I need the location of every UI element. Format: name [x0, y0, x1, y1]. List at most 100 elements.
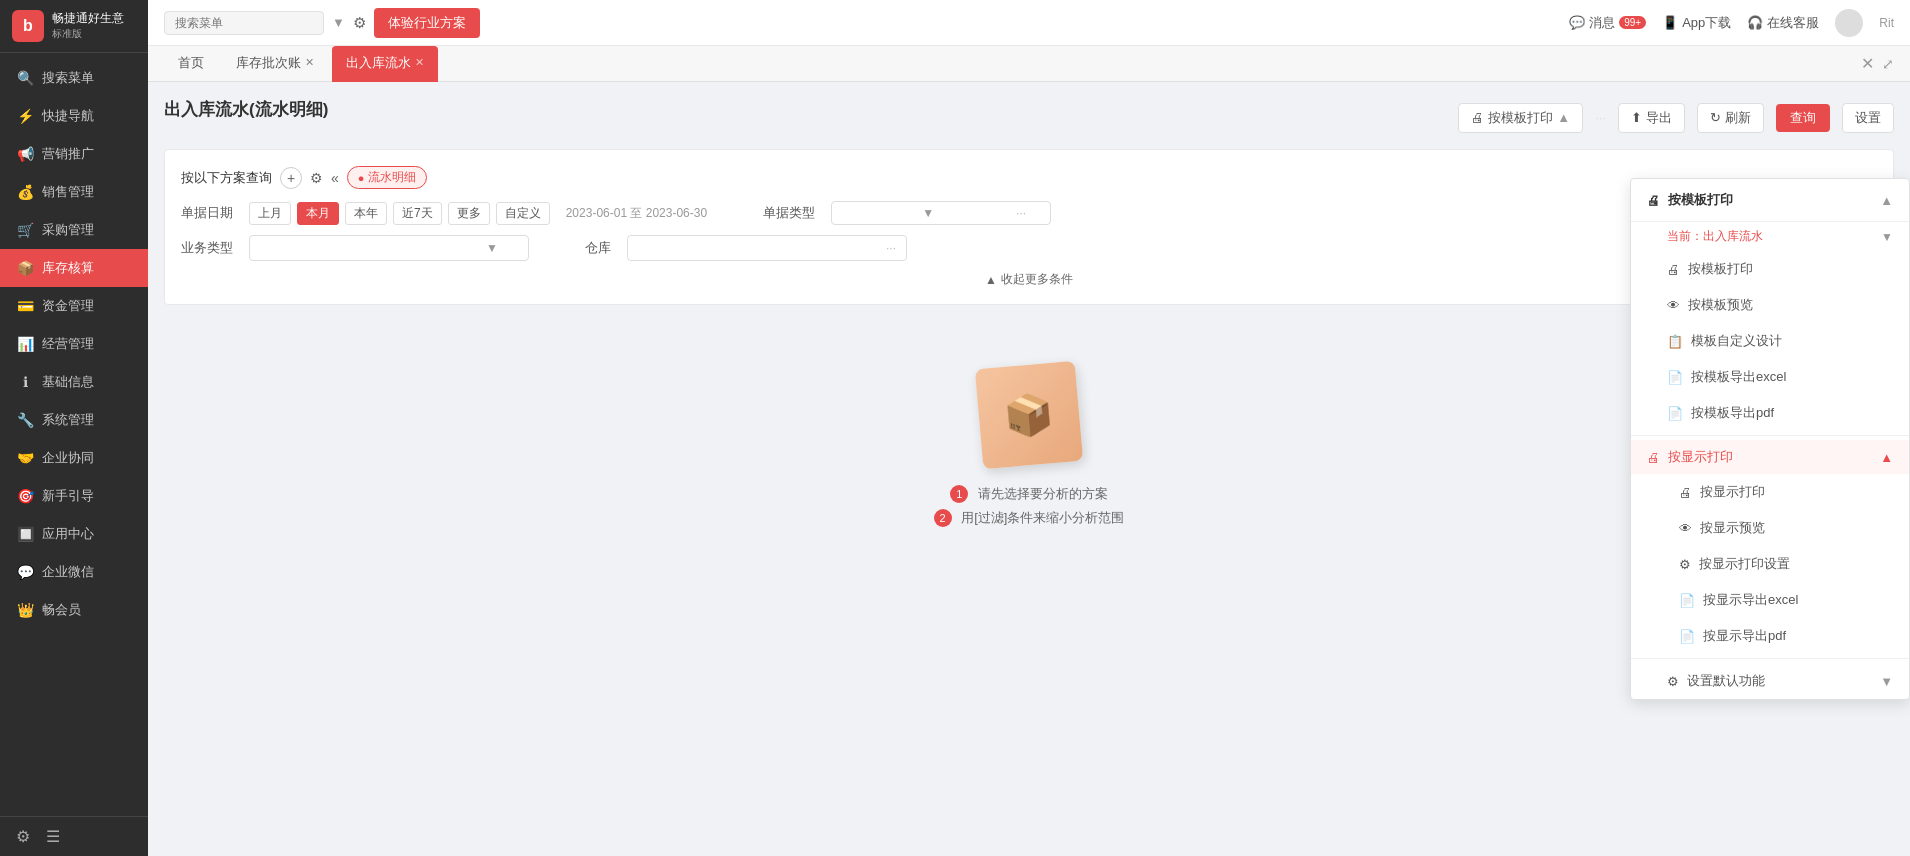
filter-settings-icon[interactable]: ⚙ — [310, 170, 323, 186]
chevron-up-icon: ▲ — [1557, 110, 1570, 125]
query-button[interactable]: 查询 — [1776, 104, 1830, 132]
sidebar-nav: 🔍搜索菜单⚡快捷导航 📢 营销推广 💰销售管理🛒采购管理 📦 库存核算 💳资金管理📊经营管理… — [0, 53, 148, 816]
sidebar-label-quick-nav: 快捷导航 — [42, 107, 94, 125]
sidebar-item-vip[interactable]: 👑畅会员 — [0, 591, 148, 629]
message-label: 消息 — [1589, 14, 1615, 32]
apps-icon: 🔲 — [16, 526, 34, 542]
topbar-left: ▼ ⚙ 体验行业方案 — [164, 8, 1569, 38]
inventory-icon: 📦 — [16, 260, 34, 276]
dropdown-display-items: 🖨按显示打印👁按显示预览⚙按显示打印设置📄按显示导出excel 📄 按显示导出pdf — [1631, 474, 1909, 654]
sidebar-item-wechat[interactable]: 💬企业微信 — [0, 553, 148, 591]
industry-solution-button[interactable]: 体验行业方案 — [374, 8, 480, 38]
voucher-type-more[interactable]: ··· — [1016, 206, 1026, 220]
tab-label-home: 首页 — [178, 54, 204, 72]
dropdown-divider-2 — [1631, 658, 1909, 659]
sidebar-label-wechat: 企业微信 — [42, 563, 94, 581]
date-last-month[interactable]: 上月 — [249, 202, 291, 225]
voucher-type-select[interactable]: ▼ ··· — [831, 201, 1051, 225]
tab-close-batch[interactable]: ✕ — [305, 56, 314, 69]
marketing-icon: 📢 — [16, 146, 34, 162]
dropdown-display-item-print_settings_display[interactable]: ⚙按显示打印设置 — [1631, 546, 1909, 582]
sidebar-item-basic[interactable]: ℹ基础信息 — [0, 363, 148, 401]
dropdown-chevron-up[interactable]: ▲ — [1880, 193, 1893, 208]
default-setting-label: 设置默认功能 — [1687, 672, 1765, 690]
dropdown-display-item-preview_display[interactable]: 👁按显示预览 — [1631, 510, 1909, 546]
collapse-button[interactable]: ▲ 收起更多条件 — [181, 271, 1877, 288]
export-button[interactable]: ⬆ 导出 — [1618, 103, 1685, 133]
dropdown-item-print_template[interactable]: 🖨按模板打印 — [1631, 251, 1909, 287]
custom_design-label: 模板自定义设计 — [1691, 332, 1782, 350]
refresh-button[interactable]: ↻ 刷新 — [1697, 103, 1764, 133]
close-all-icon[interactable]: ✕ — [1861, 54, 1874, 73]
business-type-select[interactable]: ▼ — [249, 235, 529, 261]
tip-text-1: 请先选择要分析的方案 — [978, 486, 1108, 501]
dropdown-item-custom_design[interactable]: 📋模板自定义设计 — [1631, 323, 1909, 359]
dropdown-display-item-print_display[interactable]: 🖨按显示打印 — [1631, 474, 1909, 510]
sidebar-item-cooperation[interactable]: 🤝企业协同 — [0, 439, 148, 477]
sidebar-item-search[interactable]: 🔍搜索菜单 — [0, 59, 148, 97]
filter-collapse-icon[interactable]: « — [331, 170, 339, 186]
settings-button[interactable]: 设置 — [1842, 103, 1894, 133]
tab-close-flow[interactable]: ✕ — [415, 56, 424, 69]
search-input[interactable] — [164, 11, 324, 35]
app-download-label: App下载 — [1682, 14, 1731, 32]
date-this-month[interactable]: 本月 — [297, 202, 339, 225]
filter-add-button[interactable]: + — [280, 167, 302, 189]
dropdown-display-item-export_excel_display[interactable]: 📄按显示导出excel — [1631, 582, 1909, 618]
sidebar-item-quick-nav[interactable]: ⚡快捷导航 — [0, 97, 148, 135]
headset-icon: 🎧 — [1747, 15, 1763, 30]
maximize-icon[interactable]: ⤢ — [1882, 56, 1894, 72]
tab-flow[interactable]: 出入库流水✕ — [332, 46, 438, 82]
dropdown-arrow-icon[interactable]: ▼ — [332, 15, 345, 30]
collapse-up-icon: ▲ — [985, 273, 997, 287]
print_display-disp-label: 按显示打印 — [1700, 483, 1765, 501]
warehouse-more[interactable]: ··· — [886, 241, 896, 255]
menu-toggle-icon[interactable]: ☰ — [46, 827, 60, 846]
collapse-label: 收起更多条件 — [1001, 271, 1073, 288]
app-download-group[interactable]: 📱 App下载 — [1662, 14, 1731, 32]
dropdown-default-setting[interactable]: ⚙ 设置默认功能 ▼ — [1631, 663, 1909, 699]
sidebar-item-finance[interactable]: 💳资金管理 — [0, 287, 148, 325]
sidebar-item-operations[interactable]: 📊经营管理 — [0, 325, 148, 363]
warehouse-select[interactable]: ··· — [627, 235, 907, 261]
dropdown-item-export_excel_template[interactable]: 📄按模板导出excel — [1631, 359, 1909, 395]
default-setting-arrow: ▼ — [1880, 674, 1893, 689]
settings-icon[interactable]: ⚙ — [16, 827, 30, 846]
dropdown-item-export_pdf_template[interactable]: 📄按模板导出pdf — [1631, 395, 1909, 431]
sidebar-item-marketing[interactable]: 📢 营销推广 — [0, 135, 148, 173]
export_pdf_display-disp-icon: 📄 — [1679, 629, 1695, 644]
refresh-label: 刷新 — [1725, 109, 1751, 127]
tab-home[interactable]: 首页 — [164, 46, 218, 82]
filter-tag[interactable]: ● 流水明细 — [347, 166, 428, 189]
sidebar-label-inventory: 库存核算 — [42, 259, 94, 277]
settings-gear-icon[interactable]: ⚙ — [353, 14, 366, 32]
dropdown-item-preview_template[interactable]: 👁按模板预览 — [1631, 287, 1909, 323]
filter-row-business: 业务类型 ▼ 仓库 ··· — [181, 235, 1877, 261]
preview_template-label: 按模板预览 — [1688, 296, 1753, 314]
export_pdf_display-disp-label: 按显示导出pdf — [1703, 627, 1786, 645]
sidebar-item-system[interactable]: 🔧系统管理 — [0, 401, 148, 439]
tab-batch[interactable]: 库存批次账 ✕ — [222, 46, 328, 82]
sidebar-item-purchase[interactable]: 🛒采购管理 — [0, 211, 148, 249]
sidebar-item-inventory[interactable]: 📦 库存核算 — [0, 249, 148, 287]
online-service-group[interactable]: 🎧 在线客服 — [1747, 14, 1819, 32]
dropdown-display-section-title[interactable]: 🖨 按显示打印 ▲ — [1631, 440, 1909, 474]
message-group[interactable]: 💬 消息 99+ — [1569, 14, 1646, 32]
print-template-button[interactable]: 🖨 按模板打印 ▲ — [1458, 103, 1583, 133]
dropdown-display-item-export_pdf_display[interactable]: 📄 按显示导出pdf — [1631, 618, 1909, 654]
date-more[interactable]: 更多 — [448, 202, 490, 225]
sidebar-bottom: ⚙ ☰ — [0, 816, 148, 856]
dropdown-header: 🖨 按模板打印 ▲ — [1631, 179, 1909, 222]
date-this-year[interactable]: 本年 — [345, 202, 387, 225]
sidebar-label-marketing: 营销推广 — [42, 145, 94, 163]
date-7days[interactable]: 近7天 — [393, 202, 442, 225]
sidebar-item-guide[interactable]: 🎯新手引导 — [0, 477, 148, 515]
date-custom[interactable]: 自定义 — [496, 202, 550, 225]
sidebar-item-sales[interactable]: 💰销售管理 — [0, 173, 148, 211]
online-service-label: 在线客服 — [1767, 14, 1819, 32]
sidebar-item-apps[interactable]: 🔲应用中心 — [0, 515, 148, 553]
tab-label-batch: 库存批次账 — [236, 54, 301, 72]
tip-number-1: 1 — [950, 485, 968, 503]
avatar[interactable] — [1835, 9, 1863, 37]
preview_display-disp-label: 按显示预览 — [1700, 519, 1765, 537]
